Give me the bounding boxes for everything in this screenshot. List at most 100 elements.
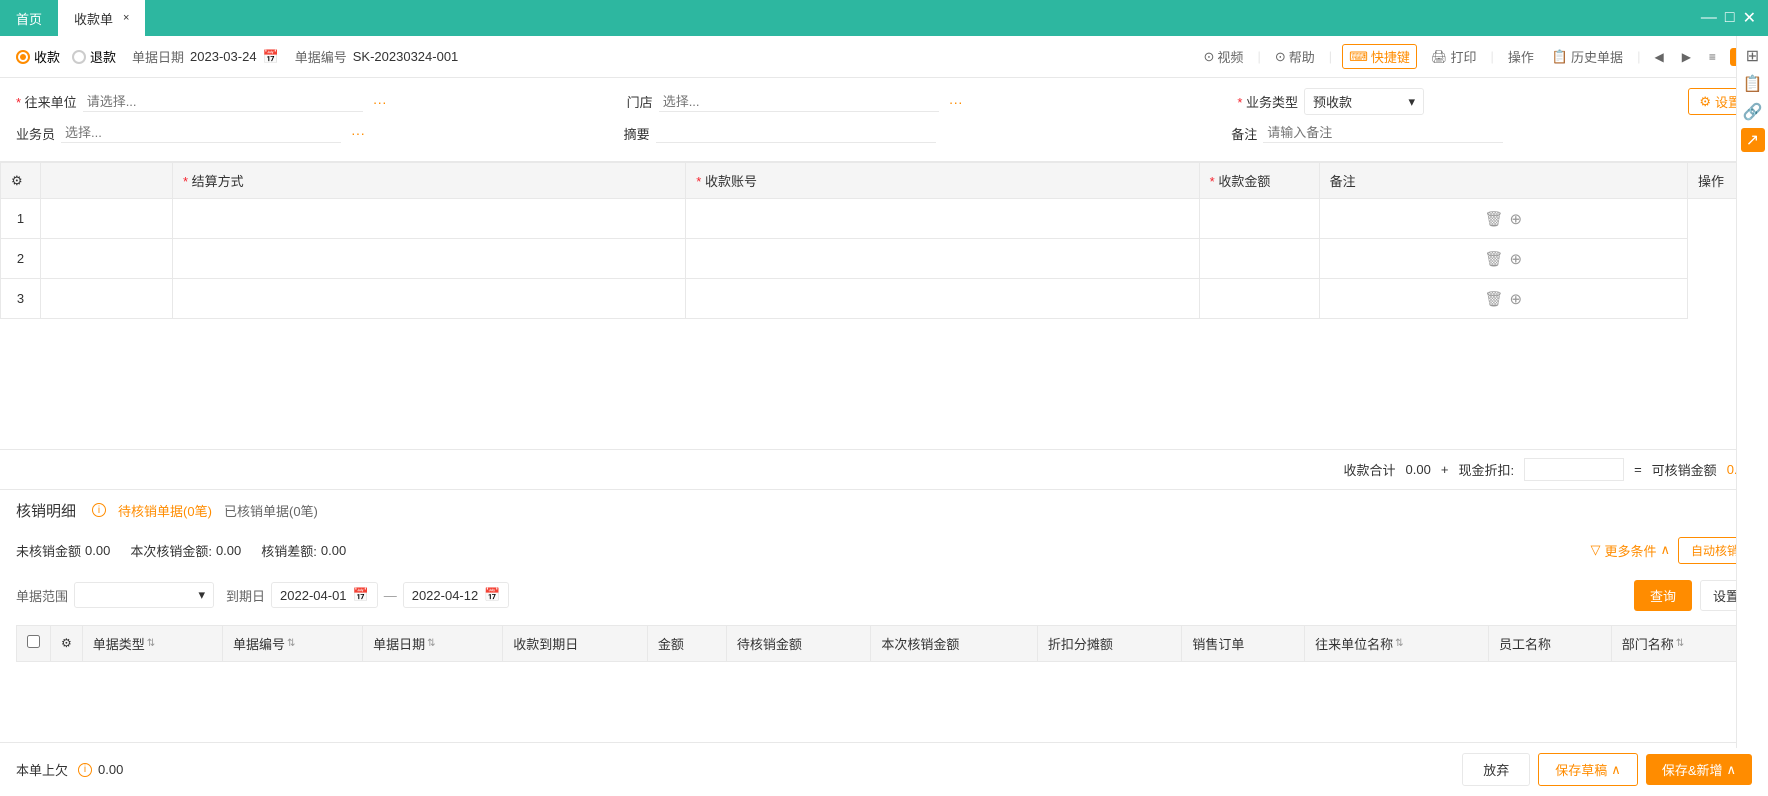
shop-more-icon[interactable]: ··· [945,94,967,110]
th-amount: * 收款金额 [1199,163,1319,199]
help-icon: ⊙ [1275,49,1286,65]
copy-icon-3[interactable]: ⊕ [1510,290,1523,308]
summary-input[interactable] [656,123,936,143]
delete-icon-2[interactable]: 🗑 [1485,250,1504,268]
footer: 本单上欠 i 0.00 放弃 保存草稿 ∧ 保存&新增 ∧ [0,742,1768,796]
total-label: 收款合计 [1344,460,1396,479]
sort-date-icon[interactable]: ⇅ [427,638,435,649]
row-account-1[interactable] [172,199,685,239]
info-icon[interactable]: i [92,503,106,517]
draft-button[interactable]: 保存草稿 ∧ [1538,753,1638,786]
tab-home[interactable]: 首页 [0,0,58,36]
th-gear[interactable]: ⚙ [1,163,41,199]
th-party-name: 往来单位名称⇅ [1305,625,1489,661]
delete-icon-3[interactable]: 🗑 [1485,290,1504,308]
th-num [41,163,173,199]
party-field: 往来单位 ··· [16,92,607,112]
shortcut-icon: ⌨ [1349,49,1368,65]
sort-number-icon[interactable]: ⇅ [287,638,295,649]
nav-next-btn[interactable]: ▶ [1678,48,1695,66]
row-settlement-3[interactable] [41,279,173,319]
footer-info-icon[interactable]: i [78,763,92,777]
th-gear2[interactable]: ⚙ [51,625,83,661]
help-btn[interactable]: ⊙ 帮助 [1271,45,1319,68]
pending-tab[interactable]: 待核销单据(0笔) [118,501,212,520]
business-type-label: 业务类型 [1237,92,1298,111]
range-field: 单据范围 ▾ [16,582,214,608]
staff-field: 业务员 ··· [16,123,604,143]
select-all-checkbox[interactable] [27,635,40,648]
close-icon[interactable]: ✕ [1743,8,1756,28]
sidebar-clipboard-icon[interactable]: 📋 [1741,72,1765,96]
th-account: * 收款账号 [686,163,1199,199]
footer-info-label: 本单上欠 [16,760,68,779]
row-remark-1[interactable] [1199,199,1319,239]
staff-label: 业务员 [16,124,55,143]
th-amount: 金额 [647,625,726,661]
date-from-value: 2022-04-01 [280,588,347,603]
shortcut-btn[interactable]: ⌨ 快捷键 [1342,44,1417,69]
row-remark-3[interactable] [1199,279,1319,319]
row-num-2: 2 [1,239,41,279]
equals-sign: = [1634,462,1642,477]
th-doc-type: 单据类型⇅ [82,625,222,661]
summary-label: 摘要 [624,124,650,143]
copy-icon-2[interactable]: ⊕ [1510,250,1523,268]
minimize-icon[interactable]: — [1701,9,1717,27]
sidebar-table-icon[interactable]: ⊞ [1741,44,1765,68]
tab-receipt[interactable]: 收款单 × [58,0,145,36]
row-amount-1[interactable] [686,199,1199,239]
row-actions-1: 🗑 ⊕ [1319,199,1687,239]
history-btn[interactable]: 📋 历史单据 [1548,45,1627,68]
sort-party-icon[interactable]: ⇅ [1395,638,1403,649]
row-amount-2[interactable] [686,239,1199,279]
list-view-btn[interactable]: ≡ [1705,48,1720,66]
sidebar-expand-icon[interactable]: ↗ [1741,128,1765,152]
sort-dept-icon[interactable]: ⇅ [1676,638,1684,649]
row-settlement-2[interactable] [41,239,173,279]
th-settlement: * 结算方式 [172,163,685,199]
th-due-date: 收款到期日 [503,625,648,661]
maximize-icon[interactable]: □ [1725,9,1735,27]
date-from-picker[interactable]: 2022-04-01 📅 [271,582,378,608]
more-conditions-btn[interactable]: ▽ 更多条件 ∧ [1590,541,1670,560]
operation-btn[interactable]: 操作 [1504,45,1538,68]
business-type-value: 预收款 [1313,92,1352,111]
party-more-icon[interactable]: ··· [369,94,391,110]
staff-more-icon[interactable]: ··· [347,125,369,141]
copy-icon-1[interactable]: ⊕ [1510,210,1523,228]
staff-input[interactable] [61,123,341,143]
sidebar-link-icon[interactable]: 🔗 [1741,100,1765,124]
query-button[interactable]: 查询 [1634,580,1692,611]
delete-icon-1[interactable]: 🗑 [1485,210,1504,228]
radio-payment-label: 收款 [34,47,60,66]
print-btn[interactable]: 🖨 打印 [1427,45,1481,68]
tab-close-icon[interactable]: × [123,12,129,24]
row-account-3[interactable] [172,279,685,319]
radio-payment[interactable]: 收款 [16,47,60,66]
shop-input[interactable] [659,92,939,112]
row-account-2[interactable] [172,239,685,279]
row-amount-3[interactable] [686,279,1199,319]
sort-type-icon[interactable]: ⇅ [147,638,155,649]
range-select[interactable]: ▾ [74,582,214,608]
date-to-picker[interactable]: 2022-04-12 📅 [403,582,510,608]
abandon-button[interactable]: 放弃 [1462,753,1530,786]
done-tab[interactable]: 已核销单据(0笔) [224,501,318,520]
th-staff-name: 员工名称 [1488,625,1611,661]
video-btn[interactable]: ⊙ 视频 [1200,45,1248,68]
table-row: 1 🗑 ⊕ [1,199,1768,239]
calendar-icon[interactable]: 📅 [263,49,279,65]
row-settlement-1[interactable] [41,199,173,239]
th-checkbox[interactable] [17,625,51,661]
discount-input[interactable] [1524,458,1624,481]
chevron-down-icon: ▾ [1409,94,1416,110]
row-remark-2[interactable] [1199,239,1319,279]
save-button[interactable]: 保存&新增 ∧ [1646,754,1752,785]
radio-refund[interactable]: 退款 [72,47,116,66]
business-type-select[interactable]: 预收款 ▾ [1304,88,1424,115]
print-icon: 🖨 [1431,49,1448,65]
nav-prev-btn[interactable]: ◀ [1650,48,1667,66]
party-input[interactable] [83,92,363,112]
remark-input[interactable] [1263,123,1503,143]
